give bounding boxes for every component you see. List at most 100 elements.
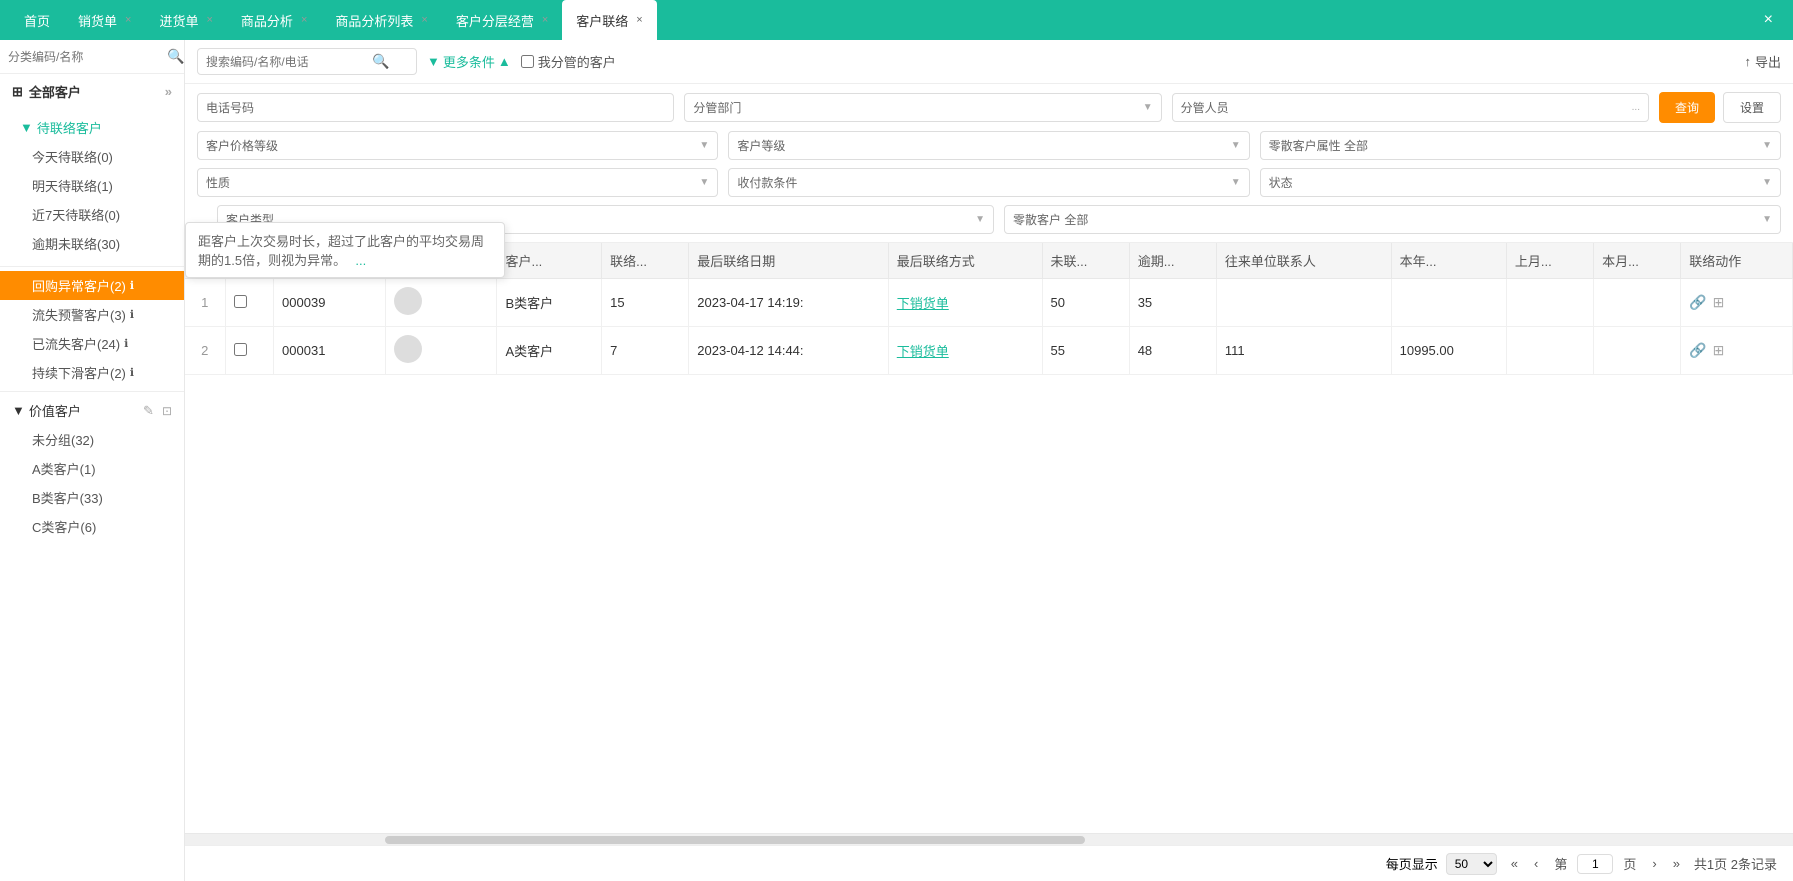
- first-page-btn[interactable]: «: [1505, 854, 1524, 873]
- filter-dept[interactable]: 分管部门 ▼: [684, 93, 1161, 122]
- sidebar-churned[interactable]: 已流失客户(24) ℹ: [0, 329, 184, 358]
- churn-warning-icon[interactable]: ℹ: [130, 308, 134, 321]
- nav-item-customer-contact[interactable]: 客户联络 ×: [562, 0, 656, 40]
- horizontal-scrollbar[interactable]: [185, 833, 1793, 845]
- filter-retail-attr[interactable]: 零散客户属性 全部 ▼: [1260, 131, 1781, 160]
- query-button[interactable]: 查询: [1659, 92, 1715, 123]
- nav-item-analysis-list[interactable]: 商品分析列表 ×: [321, 0, 441, 40]
- sidebar-overdue-pending[interactable]: 逾期未联络(30): [0, 229, 184, 258]
- col-this-year-label: 本年...: [1400, 254, 1437, 269]
- grid-action-icon[interactable]: ⊞: [1713, 294, 1725, 311]
- sidebar-repurchase-abnormal[interactable]: 回购异常客户(2) ℹ: [0, 271, 184, 300]
- search-input[interactable]: [206, 55, 366, 69]
- payment-label: 收付款条件: [737, 174, 797, 191]
- nav-customer-contact-close[interactable]: ×: [636, 14, 642, 26]
- scrollbar-thumb[interactable]: [385, 836, 1085, 844]
- sidebar-class-a[interactable]: A类客户(1): [0, 454, 184, 483]
- churned-icon[interactable]: ℹ: [124, 337, 128, 350]
- page-number-input[interactable]: [1577, 854, 1613, 874]
- prev-page-btn[interactable]: ‹: [1528, 854, 1544, 873]
- nav-item-analysis[interactable]: 商品分析 ×: [227, 0, 321, 40]
- search-icon[interactable]: 🔍: [372, 53, 389, 70]
- col-unit-contact[interactable]: 往来单位联系人: [1216, 243, 1391, 279]
- my-customers-checkbox[interactable]: [521, 55, 534, 68]
- row-contact: 7: [602, 327, 689, 375]
- per-page-select[interactable]: 50 20 100: [1446, 853, 1497, 875]
- settings-icon[interactable]: ⊡: [162, 404, 172, 418]
- nav-item-purchase[interactable]: 进货单 ×: [145, 0, 226, 40]
- customer-value-header[interactable]: ▼ 价值客户 ✎ ⊡: [0, 396, 184, 425]
- col-uncontacted[interactable]: 未联...: [1042, 243, 1129, 279]
- filter-manager[interactable]: 分管人员 ...: [1172, 93, 1649, 122]
- col-last-contact-way[interactable]: 最后联络方式: [888, 243, 1042, 279]
- nav-sales-close[interactable]: ×: [125, 14, 131, 26]
- sidebar-churn-warning[interactable]: 流失预警客户(3) ℹ: [0, 300, 184, 329]
- sidebar-unclassified[interactable]: 未分组(32): [0, 425, 184, 454]
- col-contact-count[interactable]: 联络...: [602, 243, 689, 279]
- col-type[interactable]: 客户...: [497, 243, 602, 279]
- filter-retail-customer[interactable]: 零散客户 全部 ▼: [1004, 205, 1781, 234]
- sidebar-divider-1: [0, 266, 184, 267]
- nav-purchase-close[interactable]: ×: [206, 14, 212, 26]
- sidebar-class-b[interactable]: B类客户(33): [0, 483, 184, 512]
- pending-contact-section: ▼ 待联络客户 今天待联络(0) 明天待联络(1) 近7天待联络(0) 逾期未联…: [0, 109, 184, 262]
- tooltip-more[interactable]: ...: [355, 253, 366, 268]
- sidebar-class-c[interactable]: C类客户(6): [0, 512, 184, 541]
- col-last-month[interactable]: 上月...: [1506, 243, 1593, 279]
- sidebar-declining[interactable]: 持续下滑客户(2) ℹ: [0, 358, 184, 387]
- row-last-way[interactable]: 下销货单: [888, 279, 1042, 327]
- sidebar-week-pending[interactable]: 近7天待联络(0): [0, 200, 184, 229]
- col-unit-contact-label: 往来单位联系人: [1225, 254, 1316, 269]
- nav-item-sales[interactable]: 销货单 ×: [64, 0, 145, 40]
- col-this-month[interactable]: 本月...: [1594, 243, 1681, 279]
- all-customers-header[interactable]: ⊞ 全部客户 »: [0, 74, 184, 109]
- class-a-label: A类客户(1): [32, 459, 96, 478]
- repurchase-info-icon[interactable]: ℹ: [130, 279, 134, 292]
- edit-icon[interactable]: ✎: [143, 403, 154, 419]
- settings-button[interactable]: 设置: [1723, 92, 1781, 123]
- total-records-label: 共1页 2条记录: [1694, 854, 1777, 873]
- pending-contact-title[interactable]: ▼ 待联络客户: [0, 113, 184, 142]
- grid-icon: ⊞: [12, 84, 23, 100]
- row-checkbox[interactable]: [225, 327, 274, 375]
- row-unit-contact: 111: [1216, 327, 1391, 375]
- filter-phone[interactable]: 电话号码: [197, 93, 674, 122]
- sidebar-today-pending[interactable]: 今天待联络(0): [0, 142, 184, 171]
- export-button[interactable]: ↑ 导出: [1744, 52, 1781, 71]
- more-conditions-button[interactable]: ▼ 更多条件 ▲: [427, 52, 511, 71]
- nav-analysis-list-close[interactable]: ×: [421, 14, 427, 26]
- filter-payment[interactable]: 收付款条件 ▼: [728, 168, 1249, 197]
- nav-analysis-close[interactable]: ×: [301, 14, 307, 26]
- declining-icon[interactable]: ℹ: [130, 366, 134, 379]
- col-last-contact-date[interactable]: 最后联络日期: [689, 243, 889, 279]
- row-contact: 15: [602, 279, 689, 327]
- sidebar-collapse-icon[interactable]: »: [165, 84, 172, 99]
- sidebar-search-input[interactable]: [8, 50, 163, 64]
- filter-status[interactable]: 状态 ▼: [1260, 168, 1781, 197]
- row-this-year: [1391, 279, 1506, 327]
- nav-item-customer-tier[interactable]: 客户分层经营 ×: [442, 0, 562, 40]
- churn-warning-label: 流失预警客户(3): [32, 305, 126, 324]
- sidebar-search-icon[interactable]: 🔍: [167, 48, 184, 65]
- nav-customer-tier-close[interactable]: ×: [542, 14, 548, 26]
- grid-action-icon[interactable]: ⊞: [1713, 342, 1725, 359]
- filter-customer-level[interactable]: 客户等级 ▼: [728, 131, 1249, 160]
- page-label: 第: [1548, 852, 1573, 875]
- filter-nature[interactable]: 性质 ▼: [197, 168, 718, 197]
- sidebar-tomorrow-pending[interactable]: 明天待联络(1): [0, 171, 184, 200]
- nav-home-label: 首页: [24, 11, 50, 30]
- row-last-way[interactable]: 下销货单: [888, 327, 1042, 375]
- nav-item-home[interactable]: 首页: [10, 0, 64, 40]
- link-icon[interactable]: 🔗: [1689, 294, 1706, 311]
- next-page-btn[interactable]: ›: [1646, 854, 1662, 873]
- last-page-btn[interactable]: »: [1667, 854, 1686, 873]
- col-overdue[interactable]: 逾期...: [1129, 243, 1216, 279]
- col-this-year[interactable]: 本年...: [1391, 243, 1506, 279]
- row-last-month: [1506, 327, 1593, 375]
- link-icon[interactable]: 🔗: [1689, 342, 1706, 359]
- nav-analysis-list-label: 商品分析列表: [335, 11, 413, 30]
- window-close-button[interactable]: ×: [1754, 11, 1783, 29]
- row-checkbox[interactable]: [225, 279, 274, 327]
- filter-price-level[interactable]: 客户价格等级 ▼: [197, 131, 718, 160]
- price-level-label: 客户价格等级: [206, 137, 278, 154]
